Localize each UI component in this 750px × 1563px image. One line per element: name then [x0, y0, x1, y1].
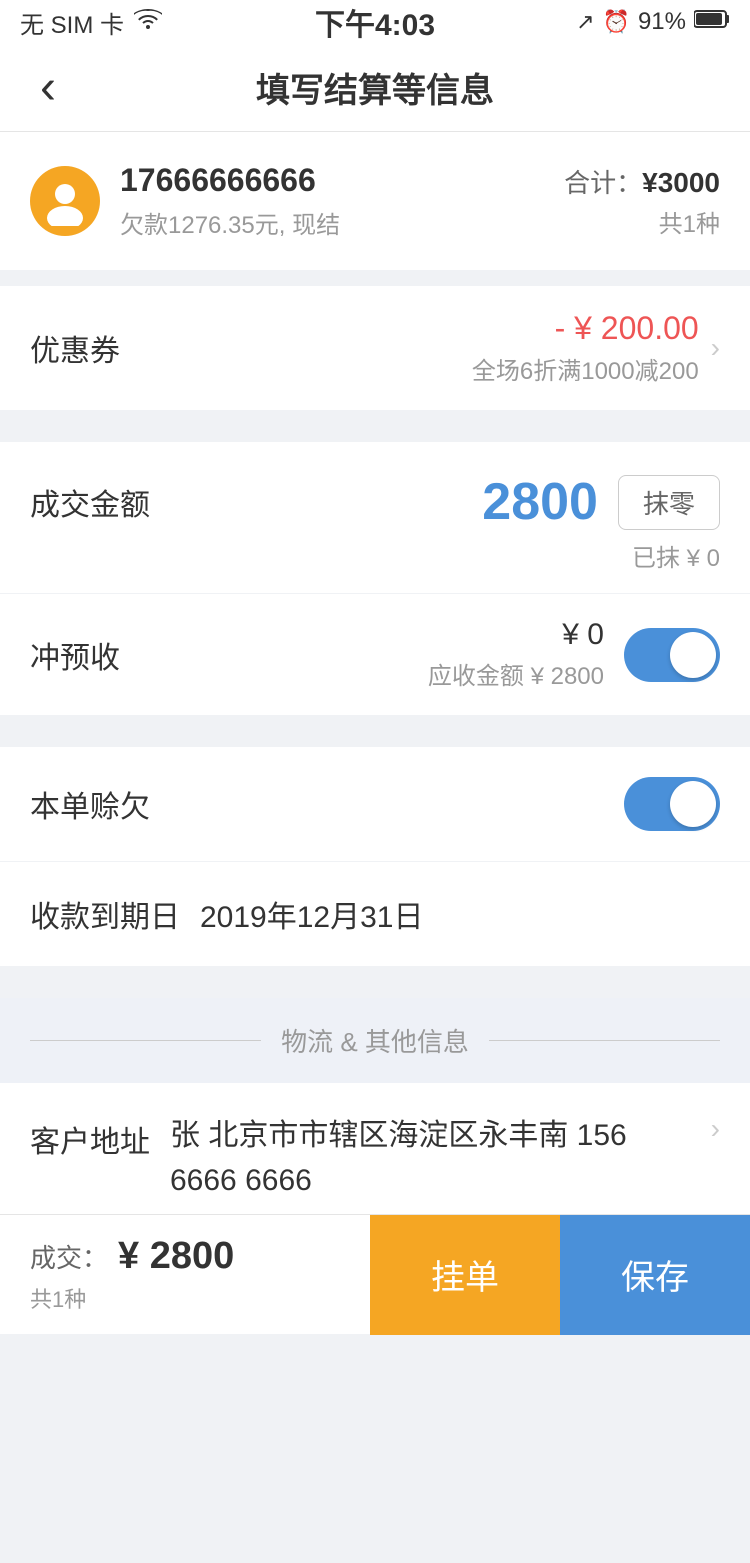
- nav-bar: ‹ 填写结算等信息: [0, 44, 750, 132]
- customer-sub: 欠款1276.35元, 现结: [120, 205, 340, 240]
- status-bar-time: 下午4:03: [315, 0, 435, 44]
- logistics-label: 物流 & 其他信息: [281, 1022, 469, 1059]
- save-button[interactable]: 保存: [560, 1215, 750, 1335]
- battery-label: 91%: [638, 8, 686, 36]
- alarm-icon: ⏰: [603, 9, 630, 35]
- status-bar: 无 SIM 卡 下午4:03 ↗ ⏰ 91%: [0, 0, 750, 44]
- address-chevron-icon: ›: [711, 1113, 720, 1145]
- duedate-value: 2019年12月31日: [200, 892, 423, 936]
- prereceive-right: ¥ 0 应收金额 ¥ 2800: [428, 618, 720, 691]
- address-section[interactable]: 客户地址 张 北京市市辖区海淀区永丰南 156 6666 6666 ›: [0, 1083, 750, 1233]
- round-button[interactable]: 抹零: [618, 475, 720, 530]
- logistics-line-left: [30, 1040, 261, 1041]
- logistics-section: 物流 & 其他信息: [0, 998, 750, 1083]
- wifi-icon: [134, 8, 162, 36]
- avatar: [30, 166, 100, 236]
- coupon-value: - ¥ 200.00: [472, 310, 699, 347]
- back-button[interactable]: ‹: [30, 50, 66, 125]
- page-title: 填写结算等信息: [256, 63, 494, 112]
- location-icon: ↗: [576, 9, 594, 35]
- prereceive-row: 冲预收 ¥ 0 应收金额 ¥ 2800: [0, 593, 750, 715]
- bottom-summary-top: 成交： ¥ 2800: [30, 1235, 340, 1278]
- debt-section: 本单赊欠: [0, 747, 750, 861]
- coupon-section[interactable]: 优惠券 - ¥ 200.00 全场6折满1000减200 ›: [0, 286, 750, 410]
- divider-2: [0, 715, 750, 731]
- prereceive-amount: ¥ 0 应收金额 ¥ 2800: [428, 618, 604, 691]
- prereceive-toggle[interactable]: [624, 628, 720, 682]
- amount-value: 2800: [482, 472, 598, 532]
- total-count: 共1种: [564, 204, 720, 239]
- bottom-summary-count: 共1种: [30, 1282, 340, 1314]
- customer-row: 17666666666 欠款1276.35元, 现结 合计：¥3000 共1种: [30, 162, 720, 240]
- coupon-chevron-icon: ›: [711, 332, 720, 364]
- amount-right: 2800 抹零: [482, 472, 720, 532]
- duedate-section: 收款到期日 2019年12月31日: [0, 861, 750, 966]
- debt-toggle[interactable]: [624, 777, 720, 831]
- bottom-summary-label: 成交：: [30, 1238, 108, 1275]
- status-bar-left: 无 SIM 卡: [20, 5, 162, 40]
- divider-3: [0, 966, 750, 982]
- prereceive-label: 冲预收: [30, 633, 120, 677]
- amount-sub: 已抹 ¥ 0: [30, 538, 720, 573]
- status-bar-right: ↗ ⏰ 91%: [576, 8, 730, 36]
- total-line: 合计：¥3000: [564, 163, 720, 200]
- total-label: 合计：: [564, 168, 642, 198]
- bottom-summary-value: ¥ 2800: [118, 1235, 234, 1278]
- customer-phone: 17666666666: [120, 162, 340, 199]
- duedate-label: 收款到期日: [30, 892, 180, 936]
- sim-label: 无 SIM 卡: [20, 5, 124, 40]
- amount-label: 成交金额: [30, 480, 150, 524]
- customer-info: 17666666666 欠款1276.35元, 现结: [120, 162, 340, 240]
- hold-button[interactable]: 挂单: [370, 1215, 560, 1335]
- prereceive-value: ¥ 0: [428, 618, 604, 652]
- debt-label: 本单赊欠: [30, 782, 150, 826]
- total-value: ¥3000: [642, 167, 720, 198]
- coupon-sub: 全场6折满1000减200: [472, 351, 699, 386]
- amount-row: 成交金额 2800 抹零: [30, 472, 720, 532]
- amount-section: 成交金额 2800 抹零 已抹 ¥ 0: [0, 442, 750, 593]
- battery-icon: [694, 8, 730, 36]
- bottom-bar: 成交： ¥ 2800 共1种 挂单 保存: [0, 1214, 750, 1334]
- address-label: 客户地址: [30, 1113, 150, 1161]
- address-value: 张 北京市市辖区海淀区永丰南 156 6666 6666: [170, 1113, 691, 1203]
- logistics-line-right: [489, 1040, 720, 1041]
- prereceive-sub: 应收金额 ¥ 2800: [428, 656, 604, 691]
- customer-total: 合计：¥3000 共1种: [564, 163, 720, 239]
- bottom-summary: 成交： ¥ 2800 共1种: [0, 1235, 370, 1314]
- customer-left: 17666666666 欠款1276.35元, 现结: [30, 162, 340, 240]
- divider-1: [0, 426, 750, 442]
- coupon-label: 优惠券: [30, 326, 120, 370]
- main-content: 17666666666 欠款1276.35元, 现结 合计：¥3000 共1种 …: [0, 132, 750, 1563]
- customer-card: 17666666666 欠款1276.35元, 现结 合计：¥3000 共1种: [0, 132, 750, 270]
